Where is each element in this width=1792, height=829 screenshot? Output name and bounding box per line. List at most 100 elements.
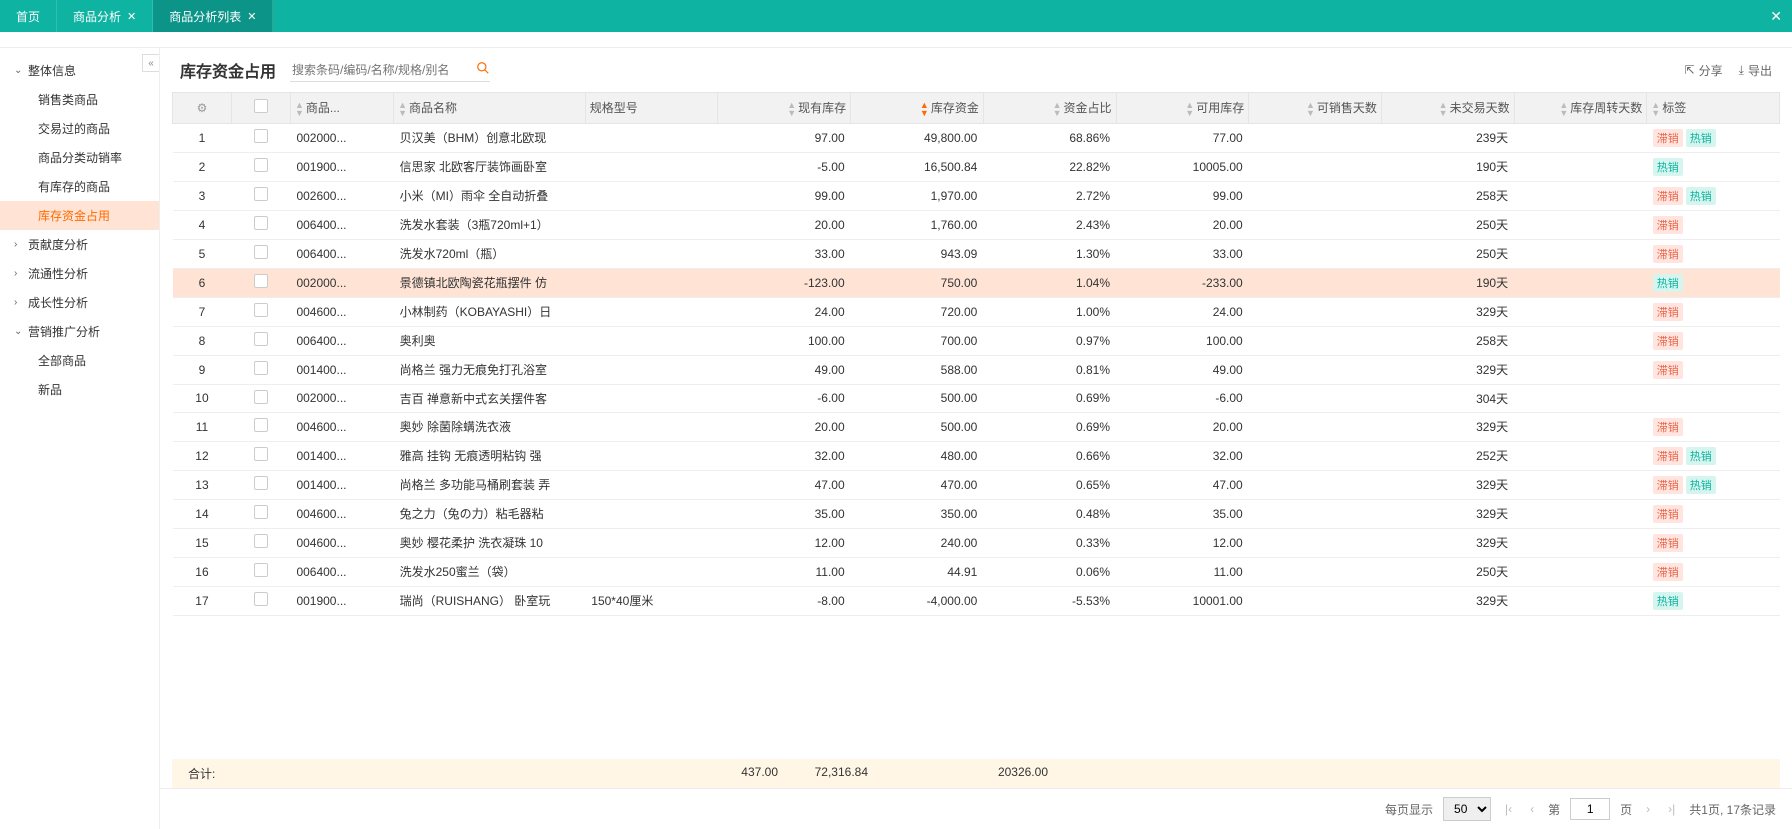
chevron-icon: ⌄ xyxy=(14,326,24,337)
checkbox[interactable] xyxy=(254,332,268,346)
tab-商品分析列表[interactable]: 商品分析列表✕ xyxy=(153,0,273,32)
column-header[interactable]: ▲▼可用库存 xyxy=(1116,93,1249,124)
table-row[interactable]: 15004600...奥妙 樱花柔护 洗衣凝珠 1012.00240.000.3… xyxy=(173,528,1780,557)
sort-icon[interactable]: ▲▼ xyxy=(1053,101,1062,117)
gear-icon[interactable]: ⚙ xyxy=(197,101,208,115)
checkbox[interactable] xyxy=(254,447,268,461)
chevron-icon: ⌄ xyxy=(14,65,24,76)
checkbox[interactable] xyxy=(254,534,268,548)
checkbox[interactable] xyxy=(254,476,268,490)
search-icon[interactable] xyxy=(476,61,490,78)
sort-icon[interactable]: ▲▼ xyxy=(295,101,304,117)
table-row[interactable]: 7004600...小林制药（KOBAYASHI）日24.00720.001.0… xyxy=(173,297,1780,326)
sort-icon[interactable]: ▲▼ xyxy=(398,101,407,117)
table-row[interactable]: 10002000...吉百 禅意新中式玄关摆件客-6.00500.000.69%… xyxy=(173,384,1780,412)
page-size-select[interactable]: 50 xyxy=(1443,797,1491,821)
sidebar-group[interactable]: ⌄整体信息 xyxy=(0,56,159,85)
checkbox[interactable] xyxy=(254,505,268,519)
chevron-icon: › xyxy=(14,268,24,279)
checkbox[interactable] xyxy=(254,361,268,375)
column-header[interactable]: ▲▼现有库存 xyxy=(718,93,851,124)
sidebar-group[interactable]: ›贡献度分析 xyxy=(0,230,159,259)
table-row[interactable]: 17001900...瑞尚（RUISHANG） 卧室玩150*40厘米-8.00… xyxy=(173,586,1780,615)
table-row[interactable]: 4006400...洗发水套装（3瓶720ml+1）20.001,760.002… xyxy=(173,210,1780,239)
column-header[interactable]: ▲▼标签 xyxy=(1647,93,1780,124)
column-header[interactable]: ▲▼资金占比 xyxy=(983,93,1116,124)
pager: 每页显示 50 |‹ ‹ 第 页 › ›| 共1页, 17条记录 xyxy=(160,788,1792,829)
checkbox[interactable] xyxy=(254,303,268,317)
column-header[interactable]: ▲▼商品... xyxy=(290,93,393,124)
sort-icon[interactable]: ▲▼ xyxy=(1439,101,1448,117)
table-row[interactable]: 2001900...信思家 北欧客厅装饰画卧室-5.0016,500.8422.… xyxy=(173,152,1780,181)
sort-icon[interactable]: ▲▼ xyxy=(1306,101,1315,117)
checkbox[interactable] xyxy=(254,245,268,259)
sidebar-collapse-icon[interactable]: « xyxy=(142,54,160,72)
sort-icon[interactable]: ▲▼ xyxy=(920,101,929,117)
sort-icon[interactable]: ▲▼ xyxy=(1559,101,1568,117)
column-header[interactable] xyxy=(231,93,290,124)
tag-badge: 滞销 xyxy=(1653,332,1683,350)
sidebar: « ⌄整体信息销售类商品交易过的商品商品分类动销率有库存的商品库存资金占用›贡献… xyxy=(0,48,160,829)
close-all-icon[interactable]: ✕ xyxy=(1770,8,1782,25)
checkbox[interactable] xyxy=(254,187,268,201)
share-button[interactable]: ⇱ 分享 xyxy=(1685,62,1723,79)
table-row[interactable]: 14004600...兔之力（兔の力）粘毛器粘35.00350.000.48%3… xyxy=(173,499,1780,528)
tab-close-icon[interactable]: ✕ xyxy=(127,10,136,23)
table-row[interactable]: 8006400...奥利奥100.00700.000.97%100.00258天… xyxy=(173,326,1780,355)
table-row[interactable]: 9001400...尚格兰 强力无痕免打孔浴室49.00588.000.81%4… xyxy=(173,355,1780,384)
checkbox[interactable] xyxy=(254,274,268,288)
checkbox-all[interactable] xyxy=(254,99,268,113)
sidebar-group[interactable]: ⌄营销推广分析 xyxy=(0,317,159,346)
table-row[interactable]: 1002000...贝汉美（BHM）创意北欧现97.0049,800.0068.… xyxy=(173,123,1780,152)
pager-prev-icon[interactable]: ‹ xyxy=(1526,802,1538,816)
checkbox[interactable] xyxy=(254,563,268,577)
column-header[interactable]: ▲▼库存资金 xyxy=(851,93,984,124)
sidebar-item[interactable]: 商品分类动销率 xyxy=(0,143,159,172)
sidebar-item[interactable]: 全部商品 xyxy=(0,346,159,375)
tab-首页[interactable]: 首页 xyxy=(0,0,57,32)
checkbox[interactable] xyxy=(254,158,268,172)
sidebar-item[interactable]: 销售类商品 xyxy=(0,85,159,114)
page-input[interactable] xyxy=(1570,798,1610,820)
chevron-icon: › xyxy=(14,297,24,308)
sort-icon[interactable]: ▲▼ xyxy=(1185,101,1194,117)
sidebar-group[interactable]: ›成长性分析 xyxy=(0,288,159,317)
search-input[interactable] xyxy=(290,59,476,81)
checkbox[interactable] xyxy=(254,216,268,230)
column-header[interactable]: ▲▼商品名称 xyxy=(394,93,586,124)
tab-close-icon[interactable]: ✕ xyxy=(247,10,256,23)
column-header[interactable]: ⚙ xyxy=(173,93,232,124)
share-icon: ⇱ xyxy=(1685,63,1695,77)
export-button[interactable]: ⤓ 导出 xyxy=(1739,62,1772,79)
sidebar-group[interactable]: ›流通性分析 xyxy=(0,259,159,288)
column-header[interactable]: ▲▼库存周转天数 xyxy=(1514,93,1647,124)
checkbox[interactable] xyxy=(254,129,268,143)
pager-last-icon[interactable]: ›| xyxy=(1664,802,1679,816)
table-row[interactable]: 5006400...洗发水720ml（瓶）33.00943.091.30%33.… xyxy=(173,239,1780,268)
sidebar-item[interactable]: 库存资金占用 xyxy=(0,201,159,230)
checkbox[interactable] xyxy=(254,592,268,606)
sidebar-item[interactable]: 有库存的商品 xyxy=(0,172,159,201)
sort-icon[interactable]: ▲▼ xyxy=(1651,101,1660,117)
chevron-icon: › xyxy=(14,239,24,250)
table-row[interactable]: 16006400...洗发水250蜜兰（袋）11.0044.910.06%11.… xyxy=(173,557,1780,586)
table-row[interactable]: 3002600...小米（MI）雨伞 全自动折叠99.001,970.002.7… xyxy=(173,181,1780,210)
tag-badge: 滞销 xyxy=(1653,418,1683,436)
table-row[interactable]: 11004600...奥妙 除菌除螨洗衣液20.00500.000.69%20.… xyxy=(173,412,1780,441)
checkbox[interactable] xyxy=(254,418,268,432)
page-title: 库存资金占用 xyxy=(180,58,276,82)
column-header[interactable]: 规格型号 xyxy=(585,93,718,124)
pager-first-icon[interactable]: |‹ xyxy=(1501,802,1516,816)
tab-商品分析[interactable]: 商品分析✕ xyxy=(57,0,153,32)
sort-icon[interactable]: ▲▼ xyxy=(787,101,796,117)
column-header[interactable]: ▲▼可销售天数 xyxy=(1249,93,1382,124)
table-row[interactable]: 12001400...雅高 挂钩 无痕透明粘钩 强32.00480.000.66… xyxy=(173,441,1780,470)
column-header[interactable]: ▲▼未交易天数 xyxy=(1381,93,1514,124)
sidebar-item[interactable]: 交易过的商品 xyxy=(0,114,159,143)
tag-badge: 滞销 xyxy=(1653,447,1683,465)
table-row[interactable]: 13001400...尚格兰 多功能马桶刷套装 弄47.00470.000.65… xyxy=(173,470,1780,499)
pager-next-icon[interactable]: › xyxy=(1642,802,1654,816)
table-row[interactable]: 6002000...景德镇北欧陶瓷花瓶摆件 仿-123.00750.001.04… xyxy=(173,268,1780,297)
checkbox[interactable] xyxy=(254,390,268,404)
sidebar-item[interactable]: 新品 xyxy=(0,375,159,404)
